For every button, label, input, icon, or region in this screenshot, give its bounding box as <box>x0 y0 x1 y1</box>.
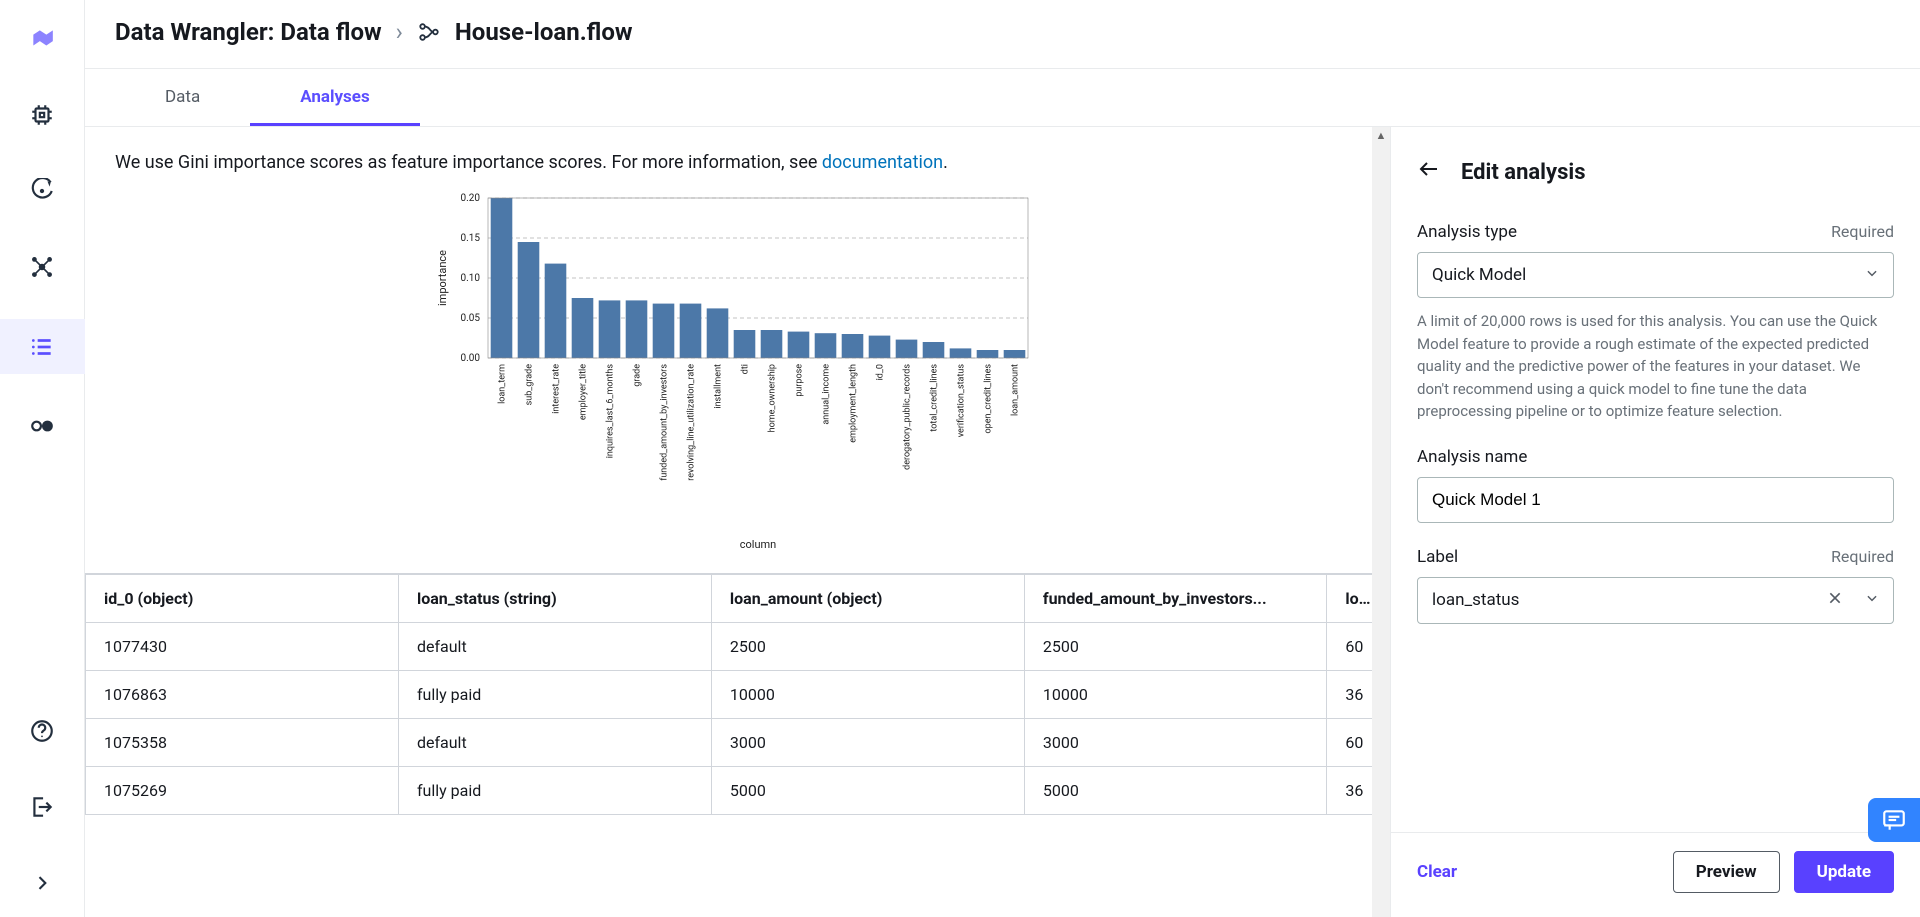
refresh-icon[interactable] <box>28 177 56 205</box>
breadcrumb-root[interactable]: Data Wrangler: Data flow <box>115 18 382 46</box>
svg-text:annual_income: annual_income <box>821 364 831 425</box>
graph-icon[interactable] <box>28 253 56 281</box>
list-icon[interactable] <box>0 319 85 374</box>
tab-data[interactable]: Data <box>115 69 250 126</box>
clear-link[interactable]: Clear <box>1417 862 1457 882</box>
table-row[interactable]: 1075269fully paid5000500036 <box>86 767 1390 815</box>
svg-text:0.20: 0.20 <box>460 193 480 204</box>
svg-text:revolving_line_utilization_rat: revolving_line_utilization_rate <box>686 364 696 481</box>
feedback-button[interactable] <box>1868 798 1920 842</box>
svg-text:verification_status: verification_status <box>956 364 966 438</box>
left-nav-rail <box>0 0 85 917</box>
preview-button[interactable]: Preview <box>1673 851 1780 893</box>
analysis-type-select[interactable]: Quick Model <box>1417 252 1894 298</box>
table-row[interactable]: 1077430default2500250060 <box>86 623 1390 671</box>
analysis-name-label: Analysis name <box>1417 447 1527 467</box>
label-select[interactable]: loan_status <box>1417 577 1894 624</box>
svg-text:dti: dti <box>740 364 750 374</box>
svg-text:total_credit_lines: total_credit_lines <box>929 364 939 432</box>
svg-text:purpose: purpose <box>794 364 804 397</box>
svg-text:derogatory_public_records: derogatory_public_records <box>902 364 912 470</box>
svg-text:employer_title: employer_title <box>578 364 588 420</box>
svg-text:importance: importance <box>436 250 449 306</box>
svg-text:id_0: id_0 <box>875 364 885 380</box>
svg-text:0.15: 0.15 <box>460 233 480 244</box>
update-button[interactable]: Update <box>1794 851 1894 893</box>
logo-icon[interactable] <box>28 25 56 53</box>
column-header[interactable]: loan_status (string) <box>398 575 711 623</box>
analysis-type-label: Analysis type <box>1417 222 1517 242</box>
edit-analysis-panel: Edit analysis Analysis type Required Qui… <box>1390 127 1920 917</box>
shapes-icon[interactable] <box>28 412 56 440</box>
svg-text:employment_length: employment_length <box>848 364 858 443</box>
documentation-link[interactable]: documentation <box>822 152 943 173</box>
svg-text:0.00: 0.00 <box>460 353 480 364</box>
breadcrumb: Data Wrangler: Data flow › House-loan.fl… <box>85 0 1920 69</box>
table-row[interactable]: 1075358default3000300060 <box>86 719 1390 767</box>
panel-title: Edit analysis <box>1461 160 1586 185</box>
svg-text:loan_amount: loan_amount <box>1010 364 1020 416</box>
column-header[interactable]: funded_amount_by_investors... <box>1024 575 1327 623</box>
flow-icon <box>417 21 441 43</box>
help-icon[interactable] <box>28 717 56 745</box>
feature-importance-chart: 0.00 0.05 0.10 0.15 0.20 loan_term sub_grade in… <box>428 188 1048 558</box>
svg-text:loan_term: loan_term <box>497 364 507 404</box>
table-row[interactable]: 1076863fully paid100001000036 <box>86 671 1390 719</box>
svg-text:installment: installment <box>713 364 723 409</box>
expand-icon[interactable] <box>28 869 56 897</box>
svg-text:0.05: 0.05 <box>460 313 480 324</box>
data-preview-table: id_0 (object)loan_status (string)loan_am… <box>85 574 1390 815</box>
chevron-down-icon <box>1865 265 1879 285</box>
svg-text:interest_rate: interest_rate <box>551 364 561 414</box>
tab-analyses[interactable]: Analyses <box>250 69 419 126</box>
logout-icon[interactable] <box>28 793 56 821</box>
column-header[interactable]: loan_amount (object) <box>711 575 1024 623</box>
clear-selection-icon[interactable] <box>1827 590 1843 611</box>
breadcrumb-file: House-loan.flow <box>455 18 633 46</box>
column-header[interactable]: id_0 (object) <box>86 575 399 623</box>
outer-scrollbar[interactable]: ▲ <box>1372 127 1390 917</box>
svg-text:home_ownership: home_ownership <box>767 364 777 432</box>
chevron-down-icon <box>1865 590 1879 610</box>
analysis-name-input[interactable] <box>1417 477 1894 523</box>
label-field-label: Label <box>1417 547 1458 567</box>
chevron-right-icon: › <box>396 18 403 46</box>
svg-text:0.10: 0.10 <box>460 273 480 284</box>
required-hint: Required <box>1831 222 1894 241</box>
analysis-type-hint: A limit of 20,000 rows is used for this … <box>1417 310 1894 423</box>
tabs: Data Analyses <box>85 69 1920 127</box>
main-content: We use Gini importance scores as feature… <box>85 127 1390 917</box>
back-arrow-icon[interactable] <box>1417 157 1441 187</box>
svg-text:sub_grade: sub_grade <box>524 364 534 406</box>
required-hint: Required <box>1831 547 1894 566</box>
svg-text:funded_amount_by_investors: funded_amount_by_investors <box>659 364 669 481</box>
svg-text:open_credit_lines: open_credit_lines <box>983 364 993 434</box>
svg-text:inquires_last_6_months: inquires_last_6_months <box>605 364 615 459</box>
chip-icon[interactable] <box>28 101 56 129</box>
svg-text:grade: grade <box>632 364 642 387</box>
svg-text:column: column <box>739 538 776 551</box>
description: We use Gini importance scores as feature… <box>85 127 1390 178</box>
